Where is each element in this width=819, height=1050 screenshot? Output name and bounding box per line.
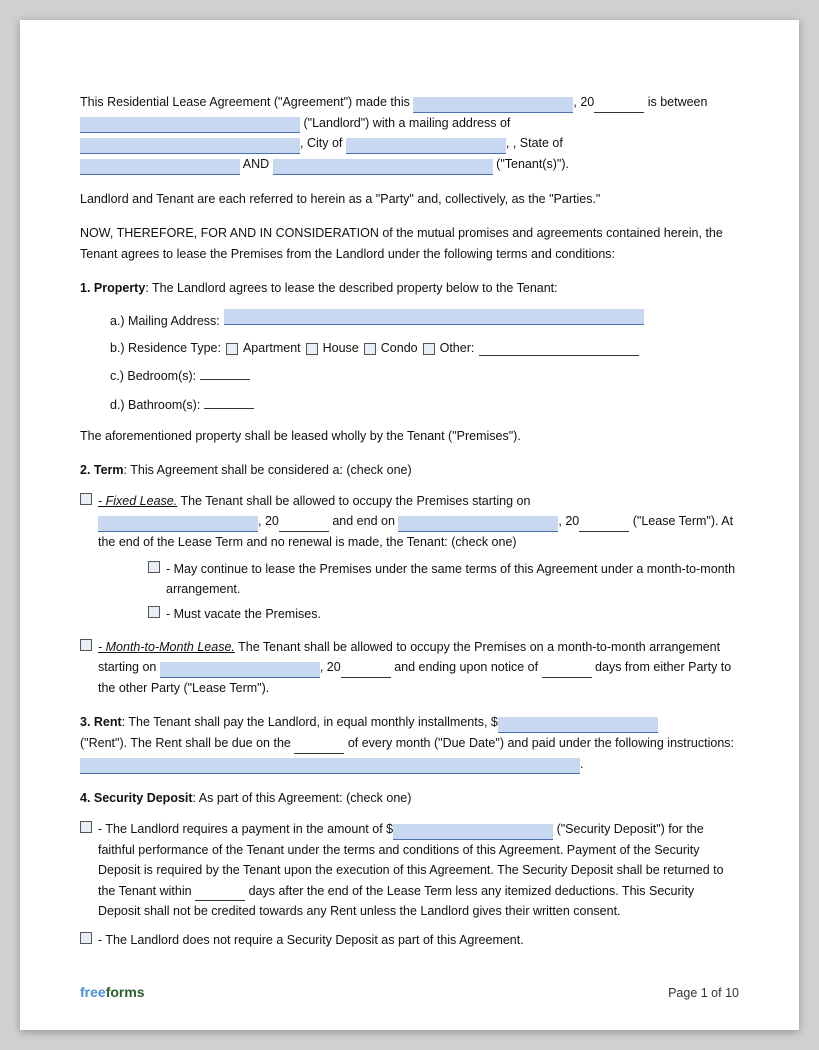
security-amount-field[interactable] bbox=[393, 824, 553, 840]
bathroom-row: d.) Bathroom(s): bbox=[110, 393, 739, 416]
bedroom-row: c.) Bedroom(s): bbox=[110, 364, 739, 387]
state-field[interactable] bbox=[80, 159, 240, 175]
fixed-lease-option: - Fixed Lease. The Tenant shall be allow… bbox=[80, 491, 739, 629]
other-type-field[interactable] bbox=[479, 340, 639, 356]
tenant-name-field[interactable] bbox=[273, 159, 493, 175]
security-deposit-checkbox[interactable] bbox=[80, 821, 92, 833]
month-to-month-option: - Month-to-Month Lease. The Tenant shall… bbox=[80, 637, 739, 699]
brand-forms: forms bbox=[106, 984, 145, 1000]
month-days-field[interactable] bbox=[542, 662, 592, 678]
section4: 4. Security Deposit: As part of this Agr… bbox=[80, 788, 739, 950]
fixed-start-year[interactable] bbox=[279, 516, 329, 532]
landlord-name-field[interactable] bbox=[80, 117, 300, 133]
bathroom-field[interactable] bbox=[204, 393, 254, 409]
mailing-address-field[interactable] bbox=[80, 138, 300, 154]
no-security-checkbox[interactable] bbox=[80, 932, 92, 944]
document-page: This Residential Lease Agreement ("Agree… bbox=[20, 20, 799, 1030]
end-of-term-options: - May continue to lease the Premises und… bbox=[98, 559, 739, 625]
month-year-field[interactable] bbox=[341, 662, 391, 678]
month-lease-checkbox[interactable] bbox=[80, 639, 92, 651]
consideration-section: NOW, THEREFORE, FOR AND IN CONSIDERATION… bbox=[80, 223, 739, 264]
premises-text: The aforementioned property shall be lea… bbox=[80, 426, 739, 447]
section3: 3. Rent: The Tenant shall pay the Landlo… bbox=[80, 712, 739, 774]
security-days-field[interactable] bbox=[195, 885, 245, 901]
security-deposit-option: - The Landlord requires a payment in the… bbox=[80, 819, 739, 922]
condo-checkbox[interactable] bbox=[364, 343, 376, 355]
apartment-checkbox[interactable] bbox=[226, 343, 238, 355]
section1: 1. Property: The Landlord agrees to leas… bbox=[80, 278, 739, 446]
city-field[interactable] bbox=[346, 138, 506, 154]
page-number: Page 1 of 10 bbox=[668, 986, 739, 1000]
residence-type-row: b.) Residence Type: Apartment House Cond… bbox=[110, 338, 739, 359]
intro-text: This Residential Lease Agreement ("Agree… bbox=[80, 95, 410, 109]
year-field[interactable] bbox=[594, 97, 644, 113]
property-mailing-field[interactable] bbox=[224, 309, 644, 325]
brand-logo: freeforms bbox=[80, 984, 145, 1000]
date-field[interactable] bbox=[413, 97, 573, 113]
parties-section: Landlord and Tenant are each referred to… bbox=[80, 189, 739, 210]
vacate-checkbox[interactable] bbox=[148, 606, 160, 618]
brand-free: free bbox=[80, 984, 106, 1000]
house-checkbox[interactable] bbox=[306, 343, 318, 355]
rent-instructions-field[interactable] bbox=[80, 758, 580, 774]
bedroom-field[interactable] bbox=[200, 364, 250, 380]
page-footer: freeforms Page 1 of 10 bbox=[80, 984, 739, 1000]
mailing-address-row: a.) Mailing Address: bbox=[110, 309, 739, 332]
section2: 2. Term: This Agreement shall be conside… bbox=[80, 460, 739, 698]
vacate-option: - Must vacate the Premises. bbox=[148, 604, 739, 625]
fixed-end-field[interactable] bbox=[398, 516, 558, 532]
continue-option: - May continue to lease the Premises und… bbox=[148, 559, 739, 600]
fixed-lease-checkbox[interactable] bbox=[80, 493, 92, 505]
other-checkbox[interactable] bbox=[423, 343, 435, 355]
fixed-end-year-field[interactable] bbox=[579, 516, 629, 532]
rent-due-date-field[interactable] bbox=[294, 738, 344, 754]
property-details: a.) Mailing Address: b.) Residence Type:… bbox=[80, 309, 739, 416]
rent-amount-field[interactable] bbox=[498, 717, 658, 733]
continue-checkbox[interactable] bbox=[148, 561, 160, 573]
month-start-field[interactable] bbox=[160, 662, 320, 678]
intro-section: This Residential Lease Agreement ("Agree… bbox=[80, 92, 739, 175]
fixed-start-field[interactable] bbox=[98, 516, 258, 532]
no-security-deposit-option: - The Landlord does not require a Securi… bbox=[80, 930, 739, 951]
